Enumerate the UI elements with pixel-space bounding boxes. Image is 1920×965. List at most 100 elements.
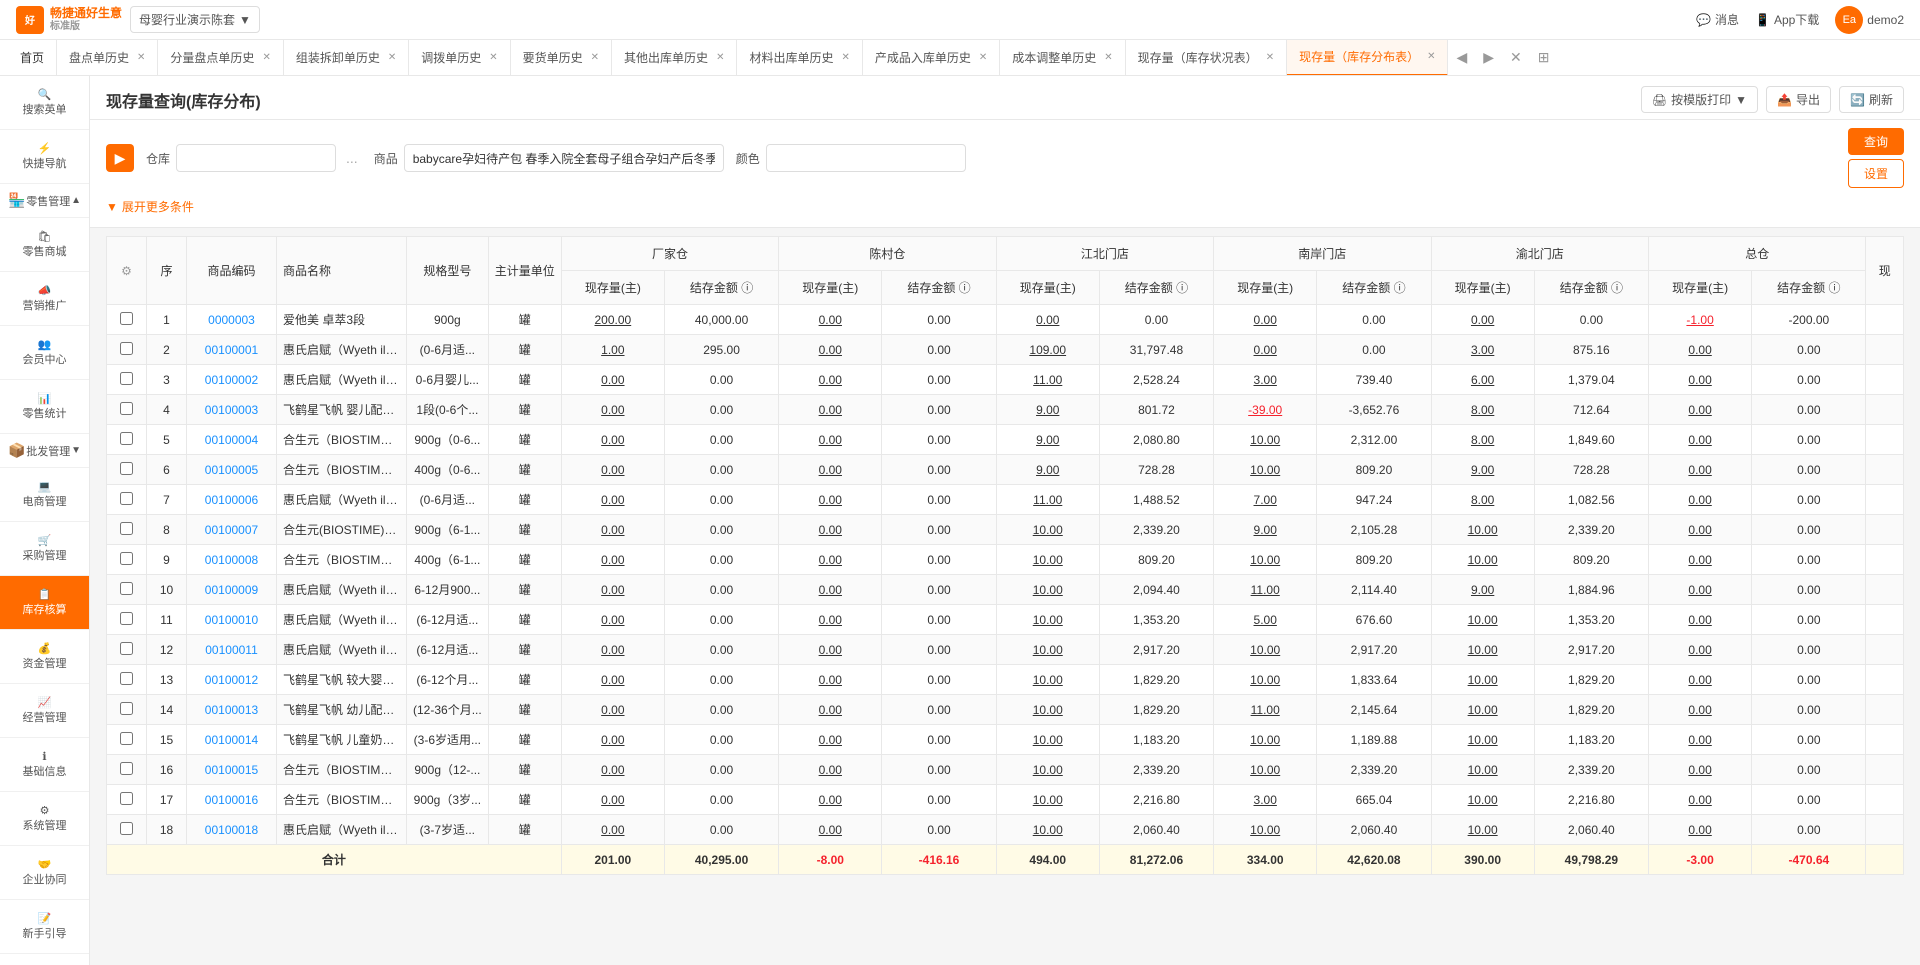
table-cell[interactable]: 10.00 [1214, 725, 1317, 755]
export-button[interactable]: 📤 导出 [1766, 86, 1831, 113]
warehouse-input[interactable] [176, 144, 336, 172]
close-icon[interactable]: ✕ [1104, 52, 1112, 63]
row-checkbox[interactable] [107, 485, 147, 515]
tab-next-btn[interactable]: ▶ [1475, 40, 1502, 76]
tab-requisition[interactable]: 要货单历史 ✕ [511, 40, 612, 76]
sidebar-item-marketing[interactable]: 📣 营销推广 [0, 272, 89, 326]
sidebar-item-basic[interactable]: ℹ 基础信息 [0, 738, 89, 792]
table-cell[interactable]: -39.00 [1214, 395, 1317, 425]
table-cell[interactable]: 0.00 [1648, 695, 1751, 725]
table-cell[interactable]: 9.00 [996, 395, 1099, 425]
table-cell[interactable]: 0.00 [779, 665, 882, 695]
table-cell[interactable]: 10.00 [1214, 665, 1317, 695]
table-cell[interactable]: 10.00 [1431, 635, 1534, 665]
table-cell[interactable]: 0.00 [1648, 725, 1751, 755]
table-cell[interactable]: 10.00 [1431, 605, 1534, 635]
table-cell[interactable]: 0.00 [779, 815, 882, 845]
sidebar-item-finance[interactable]: 💰 资金管理 [0, 630, 89, 684]
sidebar-item-ecommerce[interactable]: 💻 电商管理 [0, 468, 89, 522]
table-cell[interactable]: 0.00 [1648, 605, 1751, 635]
tab-inventory-count[interactable]: 盘点单历史 ✕ [57, 40, 158, 76]
table-cell[interactable]: 0.00 [1648, 455, 1751, 485]
table-cell[interactable]: 0.00 [1648, 485, 1751, 515]
table-cell[interactable]: 11.00 [1214, 575, 1317, 605]
table-cell[interactable]: 0.00 [1648, 665, 1751, 695]
tab-home[interactable]: 首页 [8, 40, 57, 76]
table-cell[interactable]: 10.00 [996, 515, 1099, 545]
sidebar-item-quicknav[interactable]: ⚡ 快捷导航 [0, 130, 89, 184]
table-cell[interactable]: 0.00 [561, 695, 664, 725]
tab-finished-inbound[interactable]: 产成品入库单历史 ✕ [863, 40, 1000, 76]
table-cell[interactable]: 10.00 [996, 575, 1099, 605]
tab-stock-status[interactable]: 现存量（库存状况表） ✕ [1126, 40, 1287, 76]
table-cell[interactable]: 0.00 [561, 365, 664, 395]
sidebar-item-retail-stat[interactable]: 📊 零售统计 [0, 380, 89, 434]
table-cell[interactable]: 0.00 [1648, 545, 1751, 575]
tab-split-inventory[interactable]: 分量盘点单历史 ✕ [158, 40, 283, 76]
row-checkbox[interactable] [107, 755, 147, 785]
table-cell[interactable]: 10.00 [996, 755, 1099, 785]
table-cell[interactable]: 3.00 [1431, 335, 1534, 365]
close-icon[interactable]: ✕ [388, 52, 396, 63]
close-icon[interactable]: ✕ [489, 52, 497, 63]
table-cell[interactable]: 0.00 [779, 785, 882, 815]
row-checkbox[interactable] [107, 575, 147, 605]
goods-input[interactable] [404, 144, 724, 172]
table-cell[interactable]: 0.00 [1648, 635, 1751, 665]
table-cell[interactable]: -1.00 [1648, 305, 1751, 335]
message-action[interactable]: 💬 消息 [1696, 11, 1739, 28]
table-cell[interactable]: 0.00 [561, 665, 664, 695]
row-checkbox[interactable] [107, 335, 147, 365]
table-cell[interactable]: 0.00 [779, 575, 882, 605]
sidebar-item-operations[interactable]: 📈 经营管理 [0, 684, 89, 738]
table-cell[interactable]: 0.00 [1648, 515, 1751, 545]
tab-cost-adjust[interactable]: 成本调整单历史 ✕ [1000, 40, 1125, 76]
table-cell[interactable]: 10.00 [1431, 545, 1534, 575]
tab-material-outbound[interactable]: 材料出库单历史 ✕ [737, 40, 862, 76]
table-cell[interactable]: 10.00 [996, 605, 1099, 635]
row-checkbox[interactable] [107, 365, 147, 395]
store-selector[interactable]: 母婴行业演示陈套 ▼ [130, 6, 260, 33]
table-cell[interactable]: 10.00 [1431, 815, 1534, 845]
table-cell[interactable]: 0.00 [779, 335, 882, 365]
table-cell[interactable]: 10.00 [996, 665, 1099, 695]
row-checkbox[interactable] [107, 545, 147, 575]
table-cell[interactable]: 10.00 [1431, 515, 1534, 545]
table-cell[interactable]: 9.00 [996, 455, 1099, 485]
table-cell[interactable]: 0.00 [1648, 335, 1751, 365]
table-cell[interactable]: 0.00 [779, 515, 882, 545]
table-cell[interactable]: 0.00 [779, 365, 882, 395]
table-cell[interactable]: 0.00 [1648, 425, 1751, 455]
table-cell[interactable]: 0.00 [1648, 785, 1751, 815]
table-cell[interactable]: 0.00 [779, 695, 882, 725]
table-cell[interactable]: 0.00 [561, 635, 664, 665]
sidebar-item-search[interactable]: 🔍 搜索英单 [0, 76, 89, 130]
table-cell[interactable]: 10.00 [1431, 755, 1534, 785]
table-cell[interactable]: 9.00 [1431, 455, 1534, 485]
table-cell[interactable]: 10.00 [996, 695, 1099, 725]
table-cell[interactable]: 11.00 [1214, 695, 1317, 725]
close-icon[interactable]: ✕ [591, 52, 599, 63]
table-cell[interactable]: 11.00 [996, 485, 1099, 515]
table-cell[interactable]: 0.00 [561, 485, 664, 515]
table-cell[interactable]: 0.00 [779, 725, 882, 755]
tab-prev-btn[interactable]: ◀ [1448, 40, 1475, 76]
table-cell[interactable]: 9.00 [996, 425, 1099, 455]
table-cell[interactable]: 10.00 [1214, 425, 1317, 455]
table-cell[interactable]: 6.00 [1431, 365, 1534, 395]
th-settings[interactable]: ⚙ [107, 237, 147, 305]
table-cell[interactable]: 10.00 [996, 815, 1099, 845]
row-checkbox[interactable] [107, 815, 147, 845]
table-cell[interactable]: 10.00 [1431, 695, 1534, 725]
table-cell[interactable]: 109.00 [996, 335, 1099, 365]
sidebar-item-purchase[interactable]: 🛒 采购管理 [0, 522, 89, 576]
table-cell[interactable]: 0.00 [561, 455, 664, 485]
row-checkbox[interactable] [107, 455, 147, 485]
table-cell[interactable]: 0.00 [561, 755, 664, 785]
table-cell[interactable]: 8.00 [1431, 425, 1534, 455]
sidebar-item-appcenter[interactable]: 🔧 应用中心 [0, 954, 89, 965]
tab-stock-dist[interactable]: 现存量（库存分布表） ✕ [1287, 40, 1448, 76]
gear-icon[interactable]: ⚙ [121, 264, 132, 278]
table-cell[interactable]: 0.00 [779, 485, 882, 515]
table-cell[interactable]: 0.00 [1648, 815, 1751, 845]
